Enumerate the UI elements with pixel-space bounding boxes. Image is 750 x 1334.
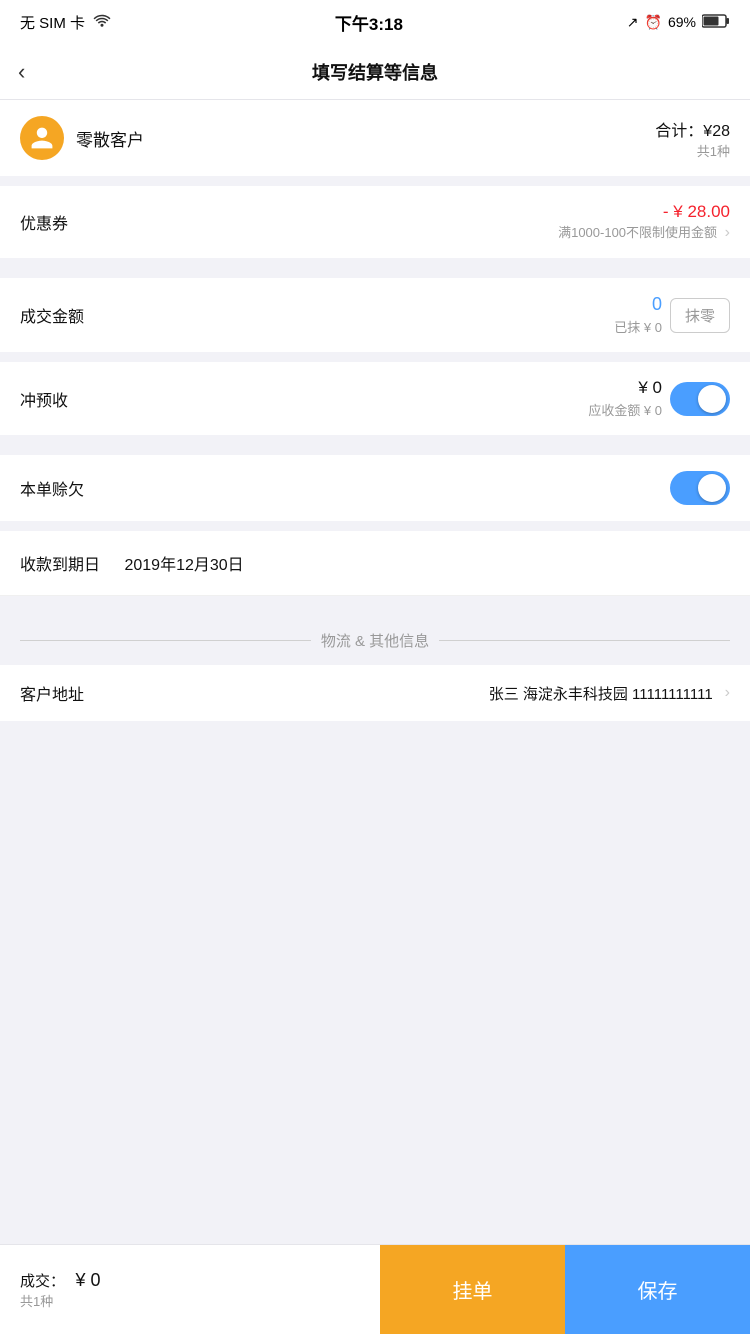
separator-1 (0, 268, 750, 278)
no-sim-text: 无 SIM 卡 (20, 12, 85, 33)
prepay-amount-col: ¥ 0 应收金额 ¥ 0 (588, 378, 662, 419)
deal-amount-value[interactable]: 0 (652, 294, 662, 314)
round-off-button[interactable]: 抹零 (670, 298, 730, 333)
customer-total: 合计：¥28 (655, 117, 730, 141)
bottom-deal-row: 成交： ¥ 0 (20, 1270, 360, 1291)
customer-name: 零散客户 (76, 126, 144, 151)
bottom-count: 共1种 (20, 1291, 360, 1310)
separator-3 (0, 606, 750, 616)
separator-2 (0, 445, 750, 455)
alarm-icon: ⏰ (645, 14, 662, 31)
deal-amount-row: 成交金额 0 已抹 ¥ 0 抹零 (0, 278, 750, 352)
nav-title: 填写结算等信息 (312, 59, 438, 85)
nav-bar: ‹ 填写结算等信息 (0, 44, 750, 100)
bottom-deal-label: 成交： (20, 1273, 65, 1290)
credit-section: 本单赊欠 (0, 455, 750, 521)
credit-label: 本单赊欠 (20, 476, 84, 500)
logistics-header: 物流 & 其他信息 (0, 616, 750, 665)
bottom-amount: ¥ 0 (75, 1270, 100, 1290)
prepay-label: 冲预收 (20, 387, 68, 411)
avatar (20, 116, 64, 160)
deal-amount-right: 0 已抹 ¥ 0 抹零 (614, 294, 730, 336)
save-button[interactable]: 保存 (565, 1245, 750, 1334)
coupon-right: - ¥ 28.00 满1000-100不限制使用金额 › (558, 202, 730, 242)
address-section: 客户地址 张三 海淀永丰科技园 11111111111 › (0, 665, 750, 721)
prepay-toggle[interactable] (670, 382, 730, 416)
bottom-info: 成交： ¥ 0 共1种 (0, 1270, 380, 1310)
status-time: 下午3:18 (335, 10, 403, 35)
back-button[interactable]: ‹ (18, 59, 25, 85)
credit-row: 本单赊欠 (0, 455, 750, 521)
prepay-sub: 应收金额 ¥ 0 (588, 400, 662, 419)
hold-button[interactable]: 挂单 (380, 1245, 565, 1334)
due-date-section: 收款到期日 2019年12月30日 (0, 531, 750, 596)
prepay-section: 冲预收 ¥ 0 应收金额 ¥ 0 (0, 362, 750, 435)
address-chevron: › (725, 684, 730, 702)
content: 零散客户 合计：¥28 共1种 优惠券 - ¥ 28.00 满1000-100不… (0, 100, 750, 1031)
wifi-icon (93, 13, 111, 31)
battery-icon (702, 14, 730, 31)
customer-row: 零散客户 合计：¥28 共1种 (0, 100, 750, 176)
save-button-label: 保存 (638, 1275, 678, 1304)
toggle-knob (698, 385, 726, 413)
address-row[interactable]: 客户地址 张三 海淀永丰科技园 11111111111 › (0, 665, 750, 721)
coupon-row[interactable]: 优惠券 - ¥ 28.00 满1000-100不限制使用金额 › (0, 186, 750, 258)
address-value: 张三 海淀永丰科技园 11111111111 (489, 683, 713, 704)
bottom-space (0, 731, 750, 931)
due-date-label: 收款到期日 (20, 557, 100, 574)
bottom-bar: 成交： ¥ 0 共1种 挂单 保存 (0, 1244, 750, 1334)
deal-amount-section: 成交金额 0 已抹 ¥ 0 抹零 (0, 278, 750, 352)
status-left: 无 SIM 卡 (20, 12, 111, 33)
customer-left: 零散客户 (20, 116, 144, 160)
coupon-chevron: › (725, 224, 730, 241)
prepay-amount: ¥ 0 (588, 378, 662, 398)
credit-toggle[interactable] (670, 471, 730, 505)
prepay-row: 冲预收 ¥ 0 应收金额 ¥ 0 (0, 362, 750, 435)
address-right: 张三 海淀永丰科技园 11111111111 › (489, 683, 730, 704)
due-date-value: 2019年12月30日 (124, 557, 243, 574)
customer-count: 共1种 (655, 141, 730, 160)
coupon-label: 优惠券 (20, 210, 68, 234)
logistics-label: 物流 & 其他信息 (321, 630, 429, 651)
prepay-right: ¥ 0 应收金额 ¥ 0 (588, 378, 730, 419)
deal-amount-sub: 已抹 ¥ 0 (614, 317, 662, 336)
deal-amount-col: 0 已抹 ¥ 0 (614, 294, 662, 336)
coupon-section: 优惠券 - ¥ 28.00 满1000-100不限制使用金额 › (0, 186, 750, 258)
battery-text: 69% (668, 14, 696, 30)
address-label: 客户地址 (20, 681, 84, 705)
credit-right (670, 471, 730, 505)
customer-total-section: 合计：¥28 共1种 (655, 117, 730, 160)
due-date-row[interactable]: 收款到期日 2019年12月30日 (0, 531, 750, 596)
coupon-subtext: 满1000-100不限制使用金额 › (558, 222, 730, 242)
hold-button-label: 挂单 (453, 1275, 493, 1304)
status-bar: 无 SIM 卡 下午3:18 ↗ ⏰ 69% (0, 0, 750, 44)
credit-toggle-knob (698, 474, 726, 502)
deal-amount-label: 成交金额 (20, 303, 84, 327)
location-icon: ↗ (627, 14, 639, 31)
status-right: ↗ ⏰ 69% (627, 14, 730, 31)
coupon-discount: - ¥ 28.00 (558, 202, 730, 222)
